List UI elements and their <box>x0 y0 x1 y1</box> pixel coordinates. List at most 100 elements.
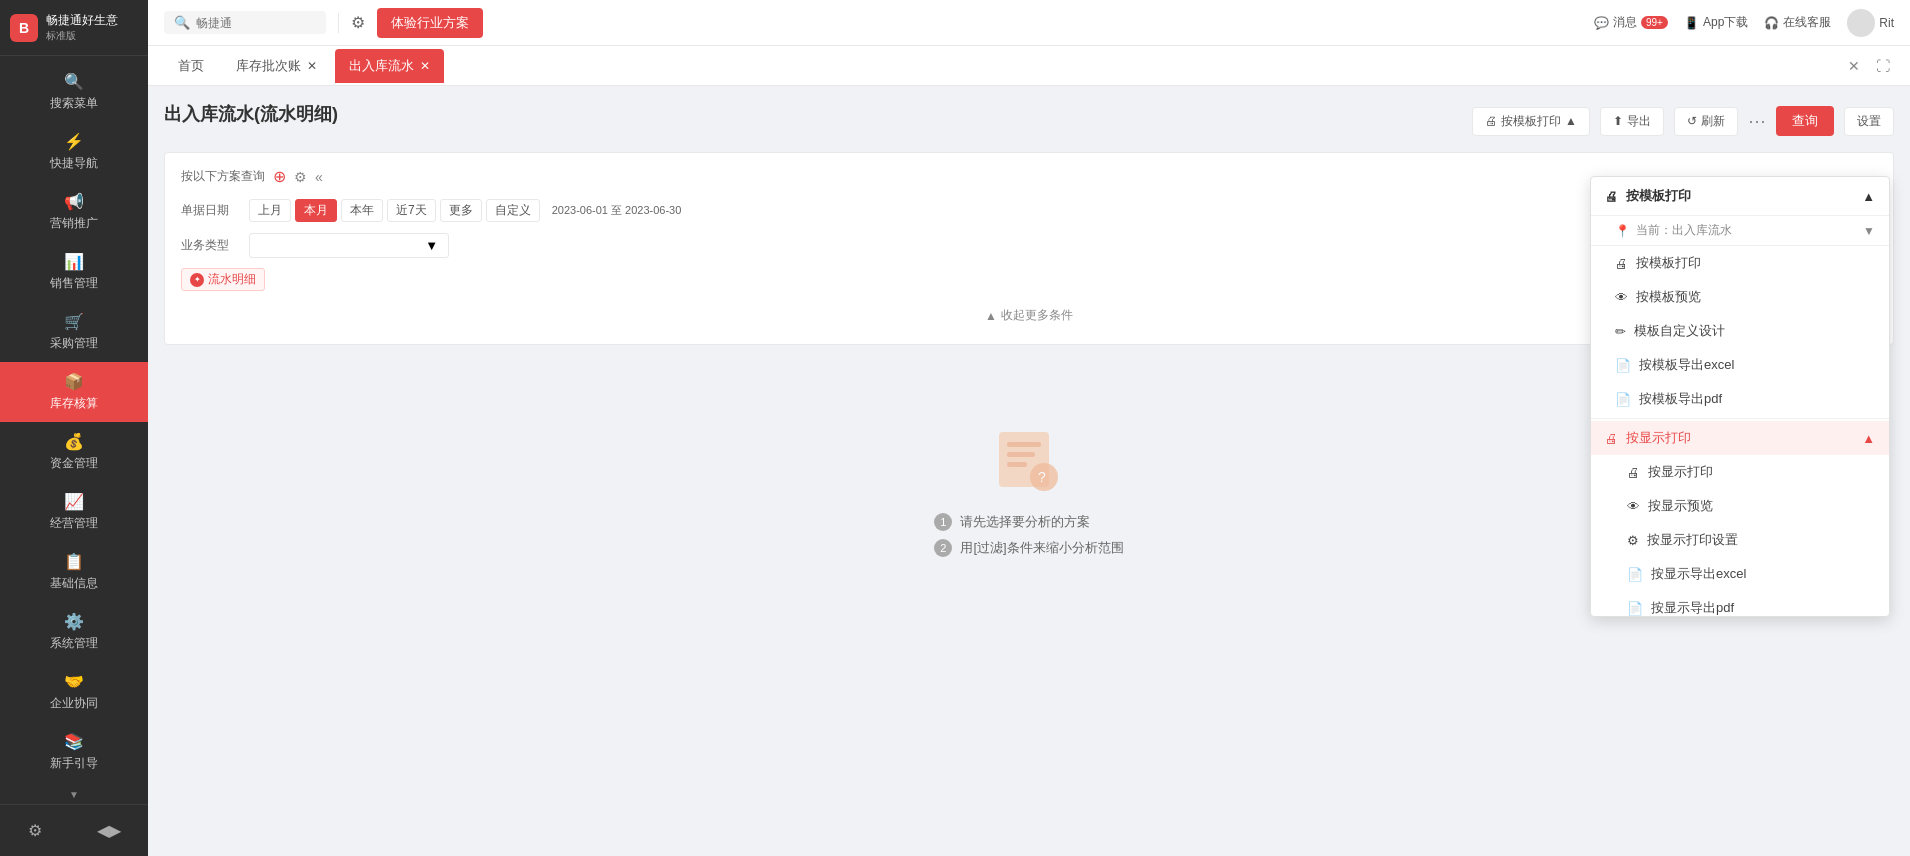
sidebar-item-purchase[interactable]: 🛒 采购管理 <box>0 302 148 362</box>
sidebar-item-operations-label: 经营管理 <box>50 515 98 532</box>
display-preview-item[interactable]: 👁 按显示预览 <box>1591 489 1889 523</box>
sidebar-item-marketing[interactable]: 📢 营销推广 <box>0 182 148 242</box>
user-avatar-area[interactable]: Rit <box>1847 9 1894 37</box>
settings-bottom-btn[interactable]: ⚙ <box>22 815 48 846</box>
sidebar-item-system[interactable]: ⚙️ 系统管理 <box>0 602 148 662</box>
search-input[interactable] <box>196 16 316 30</box>
current-icon: 📍 <box>1615 224 1630 238</box>
trial-btn[interactable]: 体验行业方案 <box>377 8 483 38</box>
query-btn[interactable]: 查询 <box>1776 106 1834 136</box>
collapse-btn[interactable]: ◀▶ <box>91 815 127 846</box>
template-print-item[interactable]: 🖨 按模板打印 <box>1591 246 1889 280</box>
prev-month-btn[interactable]: 上月 <box>249 199 291 222</box>
topbar-search-box[interactable]: 🔍 <box>164 11 326 34</box>
sidebar-item-system-label: 系统管理 <box>50 635 98 652</box>
template-preview-dropdown-label: 按模板预览 <box>1636 288 1701 306</box>
display-print-inner: 🖨 按显示打印 <box>1627 463 1713 481</box>
sidebar-item-purchase-label: 采购管理 <box>50 335 98 352</box>
template-excel-inner: 📄 按模板导出excel <box>1615 356 1734 374</box>
last-7-btn[interactable]: 近7天 <box>387 199 436 222</box>
template-print-label: 按模板打印 <box>1501 113 1561 130</box>
sidebar-item-sales[interactable]: 📊 销售管理 <box>0 242 148 302</box>
operations-icon: 📈 <box>64 492 84 511</box>
svg-text:?: ? <box>1038 469 1046 485</box>
display-print-settings-item[interactable]: ⚙ 按显示打印设置 <box>1591 523 1889 557</box>
sidebar-bottom: ⚙ ◀▶ <box>0 804 148 856</box>
tab-batch[interactable]: 库存批次账 ✕ <box>222 49 331 83</box>
marketing-icon: 📢 <box>64 192 84 211</box>
display-settings-icon: ⚙ <box>1627 533 1639 548</box>
step-1-text: 请先选择要分析的方案 <box>960 513 1090 531</box>
display-print-header[interactable]: 🖨 按显示打印 ▲ <box>1591 421 1889 455</box>
template-print-btn[interactable]: 🖨 按模板打印 ▲ <box>1472 107 1590 136</box>
collapse-label: 收起更多条件 <box>1001 307 1073 324</box>
sidebar-item-inventory[interactable]: 📦 库存核算 <box>0 362 148 422</box>
app-download-label: App下载 <box>1703 14 1748 31</box>
tab-flow-close[interactable]: ✕ <box>420 59 430 73</box>
basic-icon: 📋 <box>64 552 84 571</box>
display-pdf-icon: 📄 <box>1627 601 1643 616</box>
svg-rect-1 <box>1007 442 1041 447</box>
date-range-display: 2023-06-01 至 2023-06-30 <box>552 203 682 218</box>
current-indicator: 📍 当前：出入库流水 ▼ <box>1591 216 1889 246</box>
tab-close-all-btn[interactable]: ✕ <box>1844 54 1864 78</box>
sidebar-scroll-down[interactable]: ▼ <box>0 785 148 804</box>
settings-btn[interactable]: 设置 <box>1844 107 1894 136</box>
tab-flow[interactable]: 出入库流水 ✕ <box>335 49 444 83</box>
filter-add-btn[interactable]: ⊕ <box>273 167 286 186</box>
display-preview-inner: 👁 按显示预览 <box>1627 497 1713 515</box>
sidebar-item-cooperation[interactable]: 🤝 企业协同 <box>0 662 148 722</box>
sidebar-item-quicknav[interactable]: ⚡ 快捷导航 <box>0 122 148 182</box>
refresh-btn[interactable]: ↺ 刷新 <box>1674 107 1738 136</box>
custom-date-btn[interactable]: 自定义 <box>486 199 540 222</box>
display-print-icon: 🖨 <box>1627 465 1640 480</box>
sidebar-item-search-label: 搜索菜单 <box>50 95 98 112</box>
tab-home[interactable]: 首页 <box>164 49 218 83</box>
message-badge: 99+ <box>1641 16 1668 29</box>
page-title: 出入库流水(流水明细) <box>164 102 338 126</box>
filter-gear-btn[interactable]: ⚙ <box>294 169 307 185</box>
this-year-btn[interactable]: 本年 <box>341 199 383 222</box>
display-print-item[interactable]: 🖨 按显示打印 <box>1591 455 1889 489</box>
dropdown-panel: 🖨 按模板打印 ▲ 📍 当前：出入库流水 ▼ 🖨 <box>1590 176 1890 617</box>
template-preview-item[interactable]: 👁 按模板预览 <box>1591 280 1889 314</box>
template-excel-item[interactable]: 📄 按模板导出excel <box>1591 348 1889 382</box>
more-date-btn[interactable]: 更多 <box>440 199 482 222</box>
export-btn[interactable]: ⬆ 导出 <box>1600 107 1664 136</box>
this-month-btn[interactable]: 本月 <box>295 199 337 222</box>
doc-tag: ✦ 流水明细 <box>181 268 265 291</box>
tab-expand-btn[interactable]: ⛶ <box>1872 54 1894 78</box>
sidebar-item-guide[interactable]: 📚 新手引导 <box>0 722 148 782</box>
sales-icon: 📊 <box>64 252 84 271</box>
step-2-text: 用[过滤]条件来缩小分析范围 <box>960 539 1123 557</box>
tab-home-label: 首页 <box>178 57 204 75</box>
filter-collapse-btn[interactable]: « <box>315 169 323 185</box>
template-custom-item[interactable]: ✏ 模板自定义设计 <box>1591 314 1889 348</box>
business-type-select[interactable]: ▼ <box>249 233 449 258</box>
sidebar-item-search[interactable]: 🔍 搜索菜单 <box>0 62 148 122</box>
sidebar-item-basic[interactable]: 📋 基础信息 <box>0 542 148 602</box>
empty-step-2: 2 用[过滤]条件来缩小分析范围 <box>934 539 1123 557</box>
display-excel-item[interactable]: 📄 按显示导出excel <box>1591 557 1889 591</box>
template-pdf-item[interactable]: 📄 按模板导出pdf <box>1591 382 1889 416</box>
more-options-icon[interactable]: ⋯ <box>1748 110 1766 132</box>
tab-batch-close[interactable]: ✕ <box>307 59 317 73</box>
page-content: 出入库流水(流水明细) 🖨 按模板打印 ▲ ⬆ 导出 ↺ 刷新 ⋯ 查询 设置 <box>148 86 1910 856</box>
sidebar-item-finance[interactable]: 💰 资金管理 <box>0 422 148 482</box>
template-print-dropdown-icon: 🖨 <box>1615 256 1628 271</box>
export-icon: ⬆ <box>1613 114 1623 128</box>
empty-icon: ? <box>989 417 1069 497</box>
dropdown-collapse-icon[interactable]: ▲ <box>1862 189 1875 204</box>
display-pdf-item[interactable]: 📄 按显示导出pdf <box>1591 591 1889 616</box>
topbar-right: 💬 消息 99+ 📱 App下载 🎧 在线客服 Rit <box>1594 9 1894 37</box>
sidebar-item-cooperation-label: 企业协同 <box>50 695 98 712</box>
app-download-btn[interactable]: 📱 App下载 <box>1684 14 1748 31</box>
online-service-btn[interactable]: 🎧 在线客服 <box>1764 14 1831 31</box>
empty-steps: 1 请先选择要分析的方案 2 用[过滤]条件来缩小分析范围 <box>934 513 1123 565</box>
sidebar-item-operations[interactable]: 📈 经营管理 <box>0 482 148 542</box>
current-chevron[interactable]: ▼ <box>1863 224 1875 238</box>
message-btn[interactable]: 💬 消息 99+ <box>1594 14 1668 31</box>
online-service-icon: 🎧 <box>1764 16 1779 30</box>
display-pdf-inner: 📄 按显示导出pdf <box>1627 599 1734 616</box>
topbar-gear-icon[interactable]: ⚙ <box>351 13 365 32</box>
